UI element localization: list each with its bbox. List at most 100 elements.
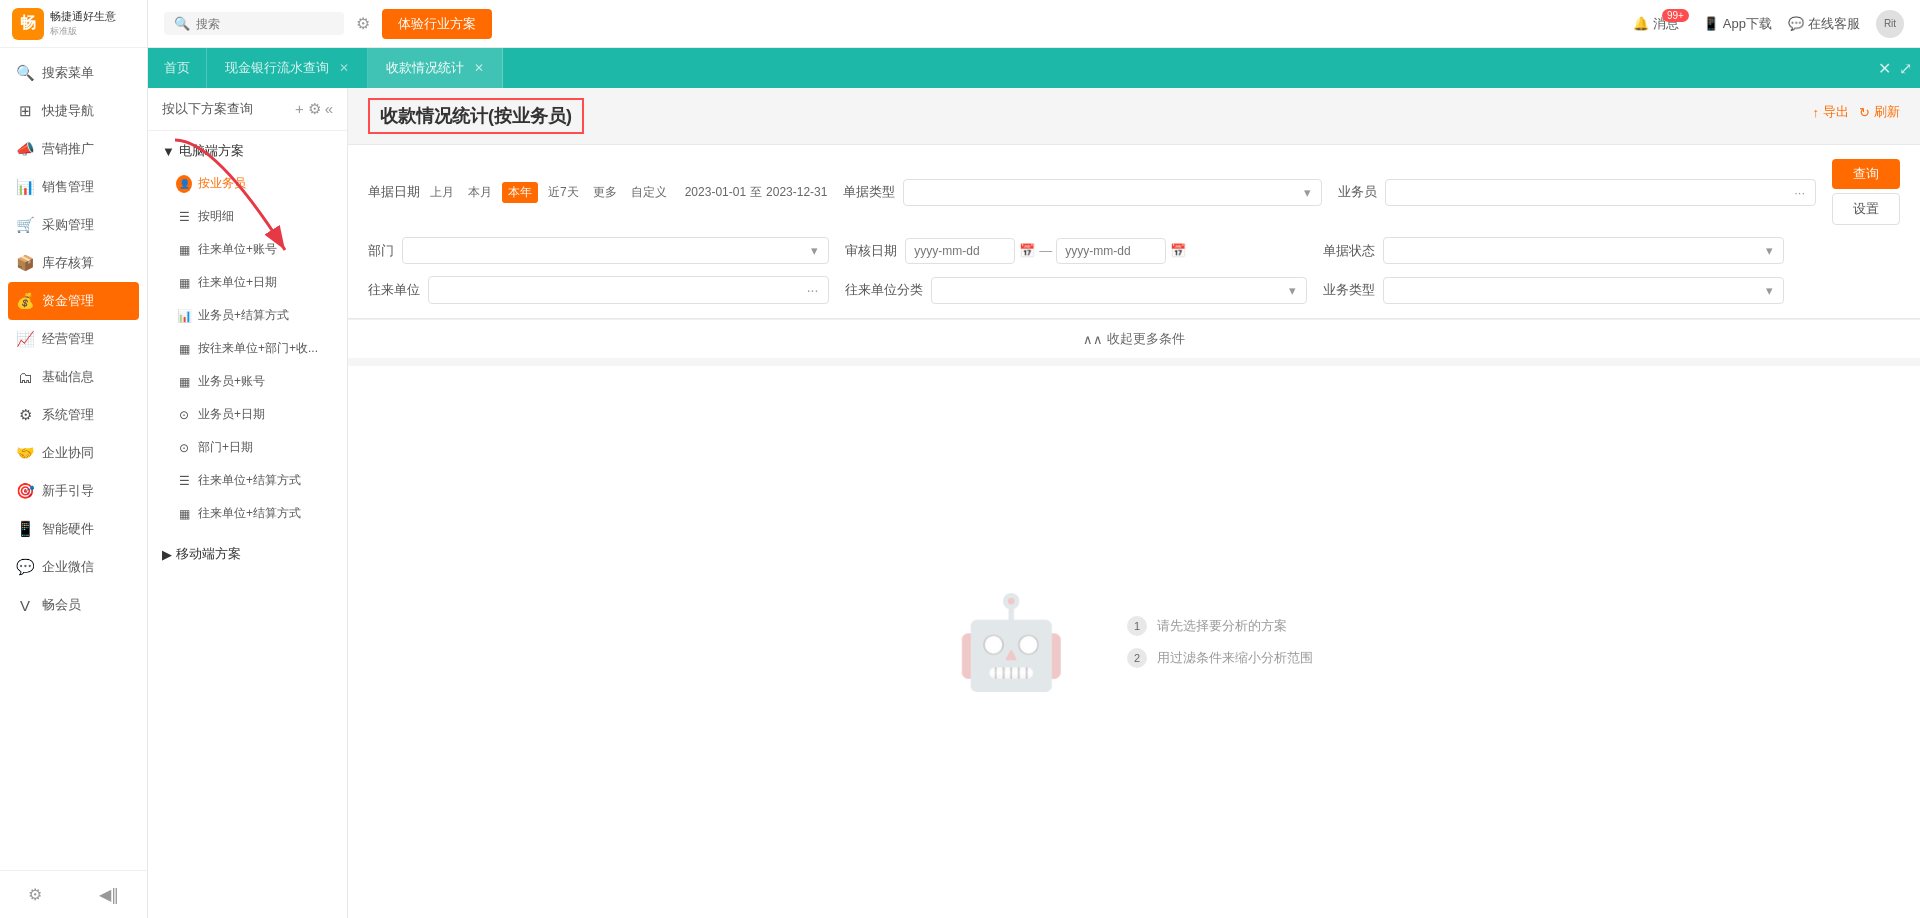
staff-select[interactable]: ··· [1385, 179, 1816, 206]
partner-select[interactable]: ··· [428, 276, 829, 304]
scheme-item-partner-account-label: 往来单位+账号 [198, 241, 277, 258]
collapse-bar[interactable]: ∧∧ 收起更多条件 [348, 319, 1920, 358]
marketing-icon: 📣 [16, 140, 34, 158]
scheme-item-partner-dept-label: 按往来单位+部门+收... [198, 340, 318, 357]
sidebar-item-quick-nav[interactable]: ⊞ 快捷导航 [0, 92, 147, 130]
tabbar: 首页 现金银行流水查询 ✕ 收款情况统计 ✕ ✕ ⤢ [148, 48, 1920, 88]
tab-close-all-icon[interactable]: ✕ [1878, 59, 1891, 78]
settings-icon[interactable]: ⚙ [356, 14, 370, 33]
settings-button[interactable]: 设置 [1832, 193, 1900, 225]
date-tab-this-year[interactable]: 本年 [502, 182, 538, 203]
member-icon: V [16, 596, 34, 614]
sidebar-collapse-btn[interactable]: ◀‖ [93, 879, 125, 910]
logo-edition: 标准版 [50, 25, 116, 38]
export-button[interactable]: ↑ 导出 [1813, 103, 1850, 121]
scheme-item-staff-account-label: 业务员+账号 [198, 373, 265, 390]
download-icon: 📱 [1703, 16, 1719, 31]
refresh-button[interactable]: ↻ 刷新 [1859, 103, 1900, 121]
scheme-item-partner-settlement2[interactable]: ▦ 往来单位+结算方式 [148, 497, 347, 530]
business-type-select[interactable]: ▾ [1383, 277, 1784, 304]
date-tab-this-month[interactable]: 本月 [464, 182, 496, 203]
tab-receipt[interactable]: 收款情况统计 ✕ [368, 48, 503, 88]
scheme-item-staff-account[interactable]: ▦ 业务员+账号 [148, 365, 347, 398]
service-btn[interactable]: 💬 在线客服 [1788, 15, 1860, 33]
query-button[interactable]: 查询 [1832, 159, 1900, 189]
sidebar-item-enterprise[interactable]: 🤝 企业协同 [0, 434, 147, 472]
sidebar-item-search[interactable]: 🔍 搜索菜单 [0, 54, 147, 92]
sidebar-item-finance-label: 资金管理 [42, 292, 94, 310]
sidebar-item-system[interactable]: ⚙ 系统管理 [0, 396, 147, 434]
topbar-search-box[interactable]: 🔍 [164, 12, 344, 35]
sidebar-item-sales[interactable]: 📊 销售管理 [0, 168, 147, 206]
scheme-item-partner-dept[interactable]: ▦ 按往来单位+部门+收... [148, 332, 347, 365]
partner-category-select[interactable]: ▾ [931, 277, 1306, 304]
chevron-down-icon: ▾ [1304, 185, 1311, 200]
sidebar-settings-btn[interactable]: ⚙ [22, 879, 48, 910]
dept-select[interactable]: ▾ [402, 237, 829, 264]
action-buttons: 查询 设置 [1832, 159, 1900, 225]
scheme-item-partner-account[interactable]: ▦ 往来单位+账号 [148, 233, 347, 266]
enterprise-icon: 🤝 [16, 444, 34, 462]
date-tab-7days[interactable]: 近7天 [544, 182, 583, 203]
sidebar-item-operation[interactable]: 📈 经营管理 [0, 320, 147, 358]
filter-row-2: 部门 ▾ 审核日期 📅 — 📅 [368, 237, 1900, 264]
tab-bank-close-icon[interactable]: ✕ [339, 61, 349, 75]
mobile-group-toggle[interactable]: ▶ 移动端方案 [148, 538, 347, 570]
trial-button[interactable]: 体验行业方案 [382, 9, 492, 39]
tab-expand-icon[interactable]: ⤢ [1899, 59, 1912, 78]
sidebar-item-base[interactable]: 🗂 基础信息 [0, 358, 147, 396]
scheme-item-partner-date[interactable]: ▦ 往来单位+日期 [148, 266, 347, 299]
audit-date-to[interactable] [1056, 238, 1166, 264]
calendar-from-icon[interactable]: 📅 [1019, 243, 1035, 258]
sidebar-item-guide[interactable]: 🎯 新手引导 [0, 472, 147, 510]
search-input[interactable] [196, 17, 316, 31]
scheme-settings-btn[interactable]: ⚙ [308, 100, 321, 118]
ellipsis-btn[interactable]: ··· [1794, 185, 1805, 200]
audit-date-from[interactable] [905, 238, 1015, 264]
sidebar-item-search-label: 搜索菜单 [42, 64, 94, 82]
sidebar-item-hardware[interactable]: 📱 智能硬件 [0, 510, 147, 548]
logo-text-area: 畅捷通好生意 标准版 [50, 9, 116, 37]
date-tab-last-month[interactable]: 上月 [426, 182, 458, 203]
scheme-item-partner-settlement1[interactable]: ☰ 往来单位+结算方式 [148, 464, 347, 497]
export-icon: ↑ [1813, 105, 1820, 120]
pc-group-toggle[interactable]: ▼ 电脑端方案 [148, 135, 347, 167]
doc-status-select[interactable]: ▾ [1383, 237, 1784, 264]
sidebar-item-operation-label: 经营管理 [42, 330, 94, 348]
sidebar-item-finance[interactable]: 💰 资金管理 [8, 282, 139, 320]
scheme-item-dept-date[interactable]: ⊙ 部门+日期 [148, 431, 347, 464]
panel-collapse-btn[interactable]: « [325, 100, 333, 118]
topbar: 🔍 ⚙ 体验行业方案 🔔 消息 99+ 📱 App下载 💬 在线客服 Rit [148, 0, 1920, 48]
sidebar-item-enterprise-label: 企业协同 [42, 444, 94, 462]
sidebar-item-wechat[interactable]: 💬 企业微信 [0, 548, 147, 586]
sidebar-item-guide-label: 新手引导 [42, 482, 94, 500]
doc-type-select[interactable]: ▾ [903, 179, 1321, 206]
date-range-display: 2023-01-01 至 2023-12-31 [685, 184, 828, 201]
sidebar-item-purchase[interactable]: 🛒 采购管理 [0, 206, 147, 244]
messages-btn[interactable]: 🔔 消息 99+ [1633, 15, 1679, 33]
scheme-item-by-detail[interactable]: ☰ 按明细 [148, 200, 347, 233]
user-avatar[interactable]: Rit [1876, 10, 1904, 38]
date-tab-more[interactable]: 更多 [589, 182, 621, 203]
calendar-to-icon[interactable]: 📅 [1170, 243, 1186, 258]
download-btn[interactable]: 📱 App下载 [1703, 15, 1772, 33]
tab-home[interactable]: 首页 [148, 48, 207, 88]
partner-account-icon: ▦ [176, 242, 192, 258]
sidebar-item-marketing[interactable]: 📣 营销推广 [0, 130, 147, 168]
tab-receipt-close-icon[interactable]: ✕ [474, 61, 484, 75]
download-label: App下载 [1723, 15, 1772, 33]
add-scheme-btn[interactable]: + [295, 100, 304, 118]
scheme-item-staff-date[interactable]: ⊙ 业务员+日期 [148, 398, 347, 431]
sidebar-item-quick-nav-label: 快捷导航 [42, 102, 94, 120]
scheme-item-staff-settlement[interactable]: 📊 业务员+结算方式 [148, 299, 347, 332]
sidebar-item-member-label: 畅会员 [42, 596, 81, 614]
tab-bank[interactable]: 现金银行流水查询 ✕ [207, 48, 368, 88]
sidebar-item-member[interactable]: V 畅会员 [0, 586, 147, 624]
date-tab-custom[interactable]: 自定义 [627, 182, 671, 203]
sidebar-item-warehouse[interactable]: 📦 库存核算 [0, 244, 147, 282]
main-area: 🔍 ⚙ 体验行业方案 🔔 消息 99+ 📱 App下载 💬 在线客服 Rit [148, 0, 1920, 918]
partner-ellipsis-icon[interactable]: ··· [807, 282, 819, 298]
business-type-label: 业务类型 [1323, 281, 1375, 299]
scheme-item-by-staff[interactable]: 👤 按业务员 [148, 167, 347, 200]
logo-icon: 畅 [12, 8, 44, 40]
